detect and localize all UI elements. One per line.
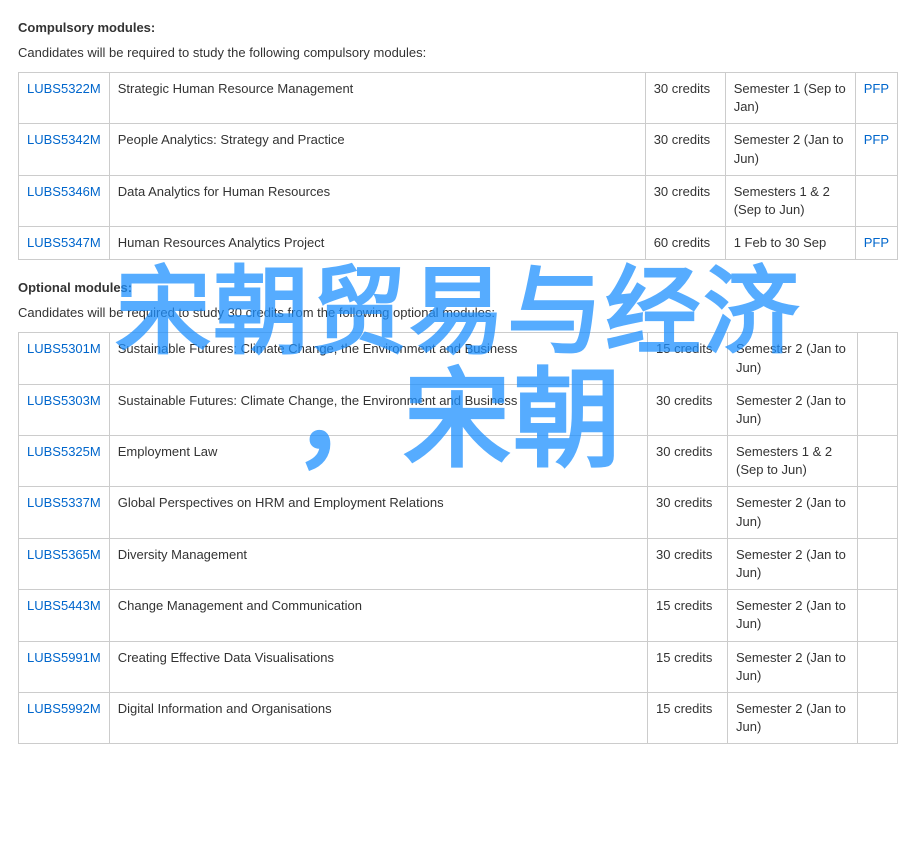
- module-pfp-empty: [858, 641, 898, 692]
- module-timing: Semesters 1 & 2 (Sep to Jun): [728, 436, 858, 487]
- module-timing: Semesters 1 & 2 (Sep to Jun): [725, 175, 855, 226]
- module-name: Human Resources Analytics Project: [109, 227, 645, 260]
- module-code-link[interactable]: LUBS5346M: [27, 184, 101, 199]
- module-credits: 30 credits: [645, 73, 725, 124]
- module-pfp: PFP: [855, 73, 897, 124]
- module-code-link[interactable]: LUBS5365M: [27, 547, 101, 562]
- module-code-link[interactable]: LUBS5337M: [27, 495, 101, 510]
- table-row: LUBS5365M Diversity Management 30 credit…: [19, 538, 898, 589]
- table-row: LUBS5342M People Analytics: Strategy and…: [19, 124, 898, 175]
- module-timing: Semester 2 (Jan to Jun): [725, 124, 855, 175]
- module-pfp-empty: [858, 692, 898, 743]
- module-timing: Semester 1 (Sep to Jan): [725, 73, 855, 124]
- table-row: LUBS5337M Global Perspectives on HRM and…: [19, 487, 898, 538]
- module-pfp-empty: [858, 384, 898, 435]
- table-row: LUBS5325M Employment Law 30 credits Seme…: [19, 436, 898, 487]
- module-name: Sustainable Futures: Climate Change, the…: [109, 333, 647, 384]
- module-credits: 30 credits: [648, 538, 728, 589]
- table-row: LUBS5992M Digital Information and Organi…: [19, 692, 898, 743]
- table-row: LUBS5346M Data Analytics for Human Resou…: [19, 175, 898, 226]
- module-pfp-empty: [858, 487, 898, 538]
- module-name: Creating Effective Data Visualisations: [109, 641, 647, 692]
- table-row: LUBS5301M Sustainable Futures: Climate C…: [19, 333, 898, 384]
- module-credits: 30 credits: [648, 384, 728, 435]
- module-credits: 15 credits: [648, 641, 728, 692]
- module-timing: Semester 2 (Jan to Jun): [728, 641, 858, 692]
- module-credits: 30 credits: [645, 124, 725, 175]
- module-name: Digital Information and Organisations: [109, 692, 647, 743]
- table-row: LUBS5991M Creating Effective Data Visual…: [19, 641, 898, 692]
- module-credits: 15 credits: [648, 333, 728, 384]
- module-code-link[interactable]: LUBS5322M: [27, 81, 101, 96]
- module-code-link[interactable]: LUBS5443M: [27, 598, 101, 613]
- module-pfp-empty: [858, 333, 898, 384]
- module-code-link[interactable]: LUBS5991M: [27, 650, 101, 665]
- module-timing: Semester 2 (Jan to Jun): [728, 333, 858, 384]
- module-pfp-empty: [855, 175, 897, 226]
- module-code-link[interactable]: LUBS5301M: [27, 341, 101, 356]
- module-pfp-empty: [858, 538, 898, 589]
- module-credits: 60 credits: [645, 227, 725, 260]
- compulsory-section: Compulsory modules: Candidates will be r…: [18, 20, 898, 260]
- module-pfp: PFP: [855, 227, 897, 260]
- module-pfp-empty: [858, 436, 898, 487]
- module-pfp-empty: [858, 590, 898, 641]
- compulsory-title: Compulsory modules:: [18, 20, 898, 35]
- optional-title: Optional modules:: [18, 280, 898, 295]
- module-name: Employment Law: [109, 436, 647, 487]
- module-name: Global Perspectives on HRM and Employmen…: [109, 487, 647, 538]
- module-credits: 15 credits: [648, 590, 728, 641]
- module-credits: 30 credits: [648, 487, 728, 538]
- module-timing: Semester 2 (Jan to Jun): [728, 692, 858, 743]
- table-row: LUBS5322M Strategic Human Resource Manag…: [19, 73, 898, 124]
- module-name: Diversity Management: [109, 538, 647, 589]
- module-code-link[interactable]: LUBS5303M: [27, 393, 101, 408]
- module-name: Strategic Human Resource Management: [109, 73, 645, 124]
- table-row: LUBS5347M Human Resources Analytics Proj…: [19, 227, 898, 260]
- module-pfp: PFP: [855, 124, 897, 175]
- module-code-link[interactable]: LUBS5992M: [27, 701, 101, 716]
- optional-table: LUBS5301M Sustainable Futures: Climate C…: [18, 332, 898, 744]
- module-code-link[interactable]: LUBS5347M: [27, 235, 101, 250]
- optional-intro: Candidates will be required to study 30 …: [18, 305, 898, 320]
- module-name: Data Analytics for Human Resources: [109, 175, 645, 226]
- module-timing: Semester 2 (Jan to Jun): [728, 384, 858, 435]
- module-code-link[interactable]: LUBS5325M: [27, 444, 101, 459]
- module-timing: Semester 2 (Jan to Jun): [728, 487, 858, 538]
- table-row: LUBS5303M Sustainable Futures: Climate C…: [19, 384, 898, 435]
- optional-section: Optional modules: Candidates will be req…: [18, 280, 898, 744]
- module-name: Change Management and Communication: [109, 590, 647, 641]
- table-row: LUBS5443M Change Management and Communic…: [19, 590, 898, 641]
- compulsory-table: LUBS5322M Strategic Human Resource Manag…: [18, 72, 898, 260]
- module-name: Sustainable Futures: Climate Change, the…: [109, 384, 647, 435]
- module-timing: 1 Feb to 30 Sep: [725, 227, 855, 260]
- module-name: People Analytics: Strategy and Practice: [109, 124, 645, 175]
- module-credits: 15 credits: [648, 692, 728, 743]
- module-code-link[interactable]: LUBS5342M: [27, 132, 101, 147]
- module-timing: Semester 2 (Jan to Jun): [728, 590, 858, 641]
- module-credits: 30 credits: [648, 436, 728, 487]
- module-credits: 30 credits: [645, 175, 725, 226]
- compulsory-intro: Candidates will be required to study the…: [18, 45, 898, 60]
- module-timing: Semester 2 (Jan to Jun): [728, 538, 858, 589]
